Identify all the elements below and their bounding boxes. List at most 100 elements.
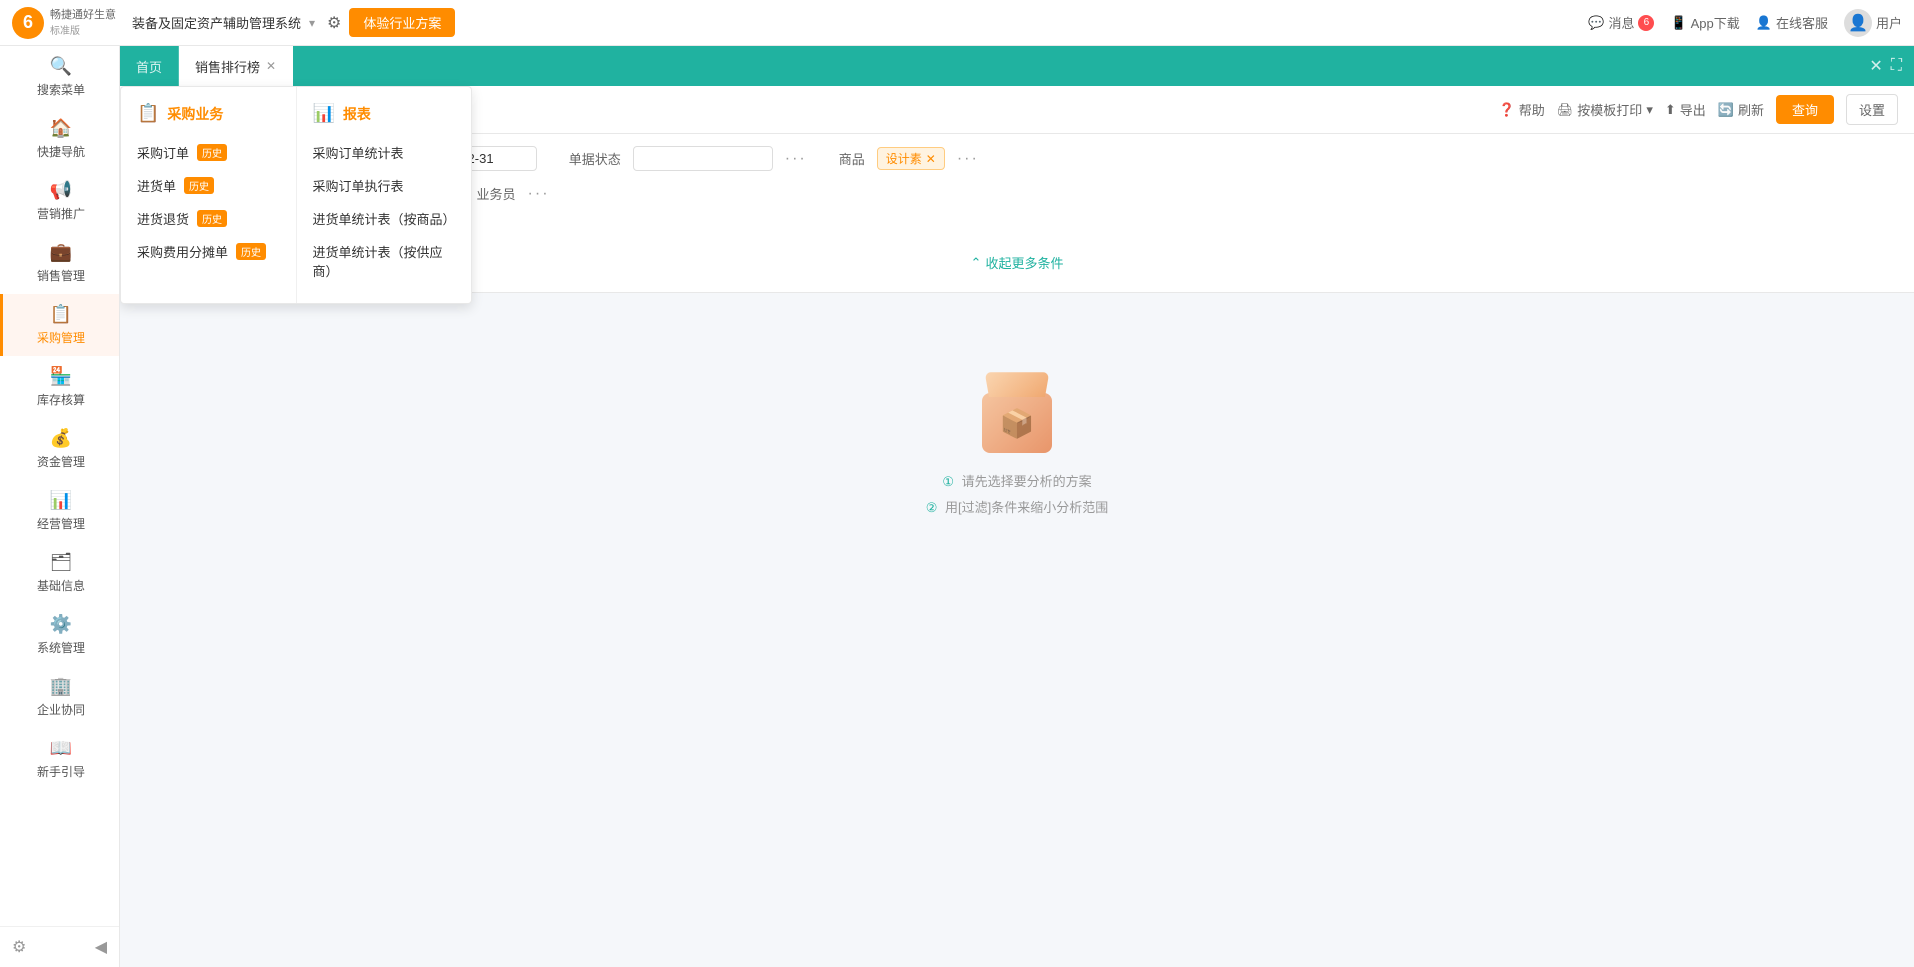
- collapse-label: 收起更多条件: [985, 253, 1063, 272]
- doc-status-select[interactable]: [633, 146, 773, 171]
- export-btn[interactable]: ⬆ 导出: [1665, 100, 1706, 119]
- purchase-col-icon: 📋: [137, 103, 159, 124]
- dropdown-item-label-1: 进货单: [137, 176, 176, 195]
- msg-badge: 6: [1638, 15, 1654, 31]
- sidebar-item-search[interactable]: 🔍 搜索菜单: [0, 46, 119, 108]
- goods-dots[interactable]: ···: [957, 150, 979, 168]
- refresh-btn[interactable]: 🔄 刷新: [1718, 100, 1764, 119]
- sidebar-item-guide[interactable]: 📖 新手引导: [0, 728, 119, 790]
- system-title-area: 装备及固定资产辅助管理系统 ▾ ⚙ 体验行业方案: [132, 8, 1588, 37]
- logo-area: 6 畅捷通好生意 标准版: [12, 7, 132, 39]
- empty-line1: ① 请先选择要分析的方案: [926, 469, 1109, 495]
- logo-badge: 标准版: [50, 22, 116, 37]
- hist-badge-0: 历史: [197, 144, 227, 161]
- dropdown-report-label-0: 采购订单统计表: [313, 143, 404, 162]
- sidebar-label-finance: 资金管理: [37, 453, 85, 470]
- collapse-up-icon: ⌃: [971, 255, 982, 271]
- sidebar-item-nav[interactable]: 🏠 快捷导航: [0, 108, 119, 170]
- msg-icon: 💬: [1588, 15, 1604, 31]
- sidebar-item-marketing[interactable]: 📢 营销推广: [0, 170, 119, 232]
- app-icon: 📱: [1670, 15, 1686, 31]
- empty-bullet1: ①: [942, 474, 954, 489]
- doc-status-dots[interactable]: ···: [785, 150, 807, 168]
- salesman-label: 业务员: [477, 184, 516, 203]
- tab-home[interactable]: 首页: [120, 46, 179, 86]
- dropdown-item-label-0: 采购订单: [137, 143, 189, 162]
- app-label: App下载: [1691, 13, 1740, 32]
- sidebar-item-finance[interactable]: 💰 资金管理: [0, 418, 119, 480]
- dropdown-report-label-3: 进货单统计表（按供应商）: [313, 242, 456, 280]
- system-gear-icon[interactable]: ⚙: [327, 13, 341, 33]
- report-col-icon: 📊: [313, 103, 335, 124]
- dropdown-item-return[interactable]: 进货退货 历史: [137, 202, 280, 235]
- collapse-icon[interactable]: ◀: [95, 937, 107, 957]
- sidebar-item-basic[interactable]: 🗂 基础信息: [0, 542, 119, 604]
- tab-sales-rank-label: 销售排行榜: [195, 57, 260, 76]
- industry-btn[interactable]: 体验行业方案: [349, 8, 455, 37]
- salesman-dots[interactable]: ···: [528, 185, 550, 203]
- goods-label: 商品: [839, 149, 865, 168]
- hist-badge-2: 历史: [197, 210, 227, 227]
- settings-icon[interactable]: ⚙: [12, 937, 26, 957]
- dropdown-report-header: 📊 报表: [313, 103, 456, 124]
- tab-sales-rank[interactable]: 销售排行榜 ✕: [179, 46, 293, 86]
- sidebar-item-inventory[interactable]: 🏪 库存核算: [0, 356, 119, 418]
- purchase-col-title: 采购业务: [167, 104, 223, 124]
- avatar: 👤: [1844, 9, 1872, 37]
- sidebar-label-inventory: 库存核算: [37, 391, 85, 408]
- tab-maximize-icon[interactable]: ⛶: [1891, 57, 1902, 75]
- purchase-icon: 📋: [50, 304, 72, 325]
- system-dropdown-arrow[interactable]: ▾: [309, 16, 315, 30]
- basic-icon: 🗂: [50, 552, 73, 573]
- content-area: 首页 销售排行榜 ✕ ✕ ⛶ ❓ 帮助 🖨 按模板打印: [120, 46, 1914, 967]
- dropdown-item-purchase-order[interactable]: 采购订单 历史: [137, 136, 280, 169]
- dropdown-item-report-0[interactable]: 采购订单统计表: [313, 136, 456, 169]
- dropdown-item-label-3: 采购费用分摊单: [137, 242, 228, 261]
- dropdown-item-incoming[interactable]: 进货单 历史: [137, 169, 280, 202]
- query-btn[interactable]: 查询: [1776, 95, 1834, 124]
- sidebar-label-nav: 快捷导航: [37, 143, 85, 160]
- sidebar-item-sales[interactable]: 💼 销售管理: [0, 232, 119, 294]
- enterprise-icon: 🏢: [50, 676, 72, 697]
- msg-btn[interactable]: 💬 消息 6: [1588, 13, 1654, 32]
- service-icon: 👤: [1756, 15, 1772, 31]
- dropdown-item-report-2[interactable]: 进货单统计表（按商品）: [313, 202, 456, 235]
- service-btn[interactable]: 👤 在线客服: [1756, 13, 1828, 32]
- dropdown-item-report-1[interactable]: 采购订单执行表: [313, 169, 456, 202]
- home-icon: 🏠: [50, 118, 72, 139]
- sidebar-label-enterprise: 企业协同: [37, 701, 85, 718]
- sidebar-item-operations[interactable]: 📊 经营管理: [0, 480, 119, 542]
- empty-state: 📦 ① 请先选择要分析的方案 ② 用[过滤]条件来缩小分析范围: [120, 293, 1914, 601]
- goods-tag-close-icon[interactable]: ✕: [926, 152, 936, 166]
- dropdown-item-report-3[interactable]: 进货单统计表（按供应商）: [313, 235, 456, 287]
- sidebar-label-search: 搜索菜单: [37, 81, 85, 98]
- dropdown-report-label-1: 采购订单执行表: [313, 176, 404, 195]
- sidebar-label-basic: 基础信息: [37, 577, 85, 594]
- service-label: 在线客服: [1776, 13, 1828, 32]
- sidebar-label-purchase: 采购管理: [37, 329, 85, 346]
- search-icon: 🔍: [50, 56, 72, 77]
- dropdown-purchase-header: 📋 采购业务: [137, 103, 280, 124]
- app-download-btn[interactable]: 📱 App下载: [1670, 13, 1739, 32]
- tab-close-window-icon[interactable]: ✕: [1869, 56, 1882, 76]
- sidebar-item-enterprise[interactable]: 🏢 企业协同: [0, 666, 119, 728]
- tab-close-icon[interactable]: ✕: [266, 59, 276, 73]
- print-dropdown-icon[interactable]: ▾: [1646, 102, 1653, 118]
- user-btn[interactable]: 👤 用户: [1844, 9, 1902, 37]
- dropdown-item-cost[interactable]: 采购费用分摊单 历史: [137, 235, 280, 268]
- sidebar-item-purchase[interactable]: 📋 采购管理: [0, 294, 119, 356]
- sidebar-label-guide: 新手引导: [37, 763, 85, 780]
- sidebar-label-sales: 销售管理: [37, 267, 85, 284]
- doc-status-select-wrap: [633, 146, 773, 171]
- print-btn[interactable]: 🖨 按模板打印 ▾: [1557, 100, 1653, 119]
- settings-btn[interactable]: 设置: [1846, 94, 1898, 125]
- export-icon: ⬆: [1665, 102, 1676, 118]
- refresh-icon: 🔄: [1718, 102, 1734, 118]
- sidebar-label-marketing: 营销推广: [37, 205, 85, 222]
- sidebar-item-system[interactable]: ⚙️ 系统管理: [0, 604, 119, 666]
- print-label: 按模板打印: [1577, 100, 1642, 119]
- help-btn[interactable]: ❓ 帮助: [1499, 100, 1545, 119]
- logo-icon: 6: [12, 7, 44, 39]
- empty-box-icon: 📦: [982, 393, 1052, 453]
- tab-bar: 首页 销售排行榜 ✕ ✕ ⛶: [120, 46, 1914, 86]
